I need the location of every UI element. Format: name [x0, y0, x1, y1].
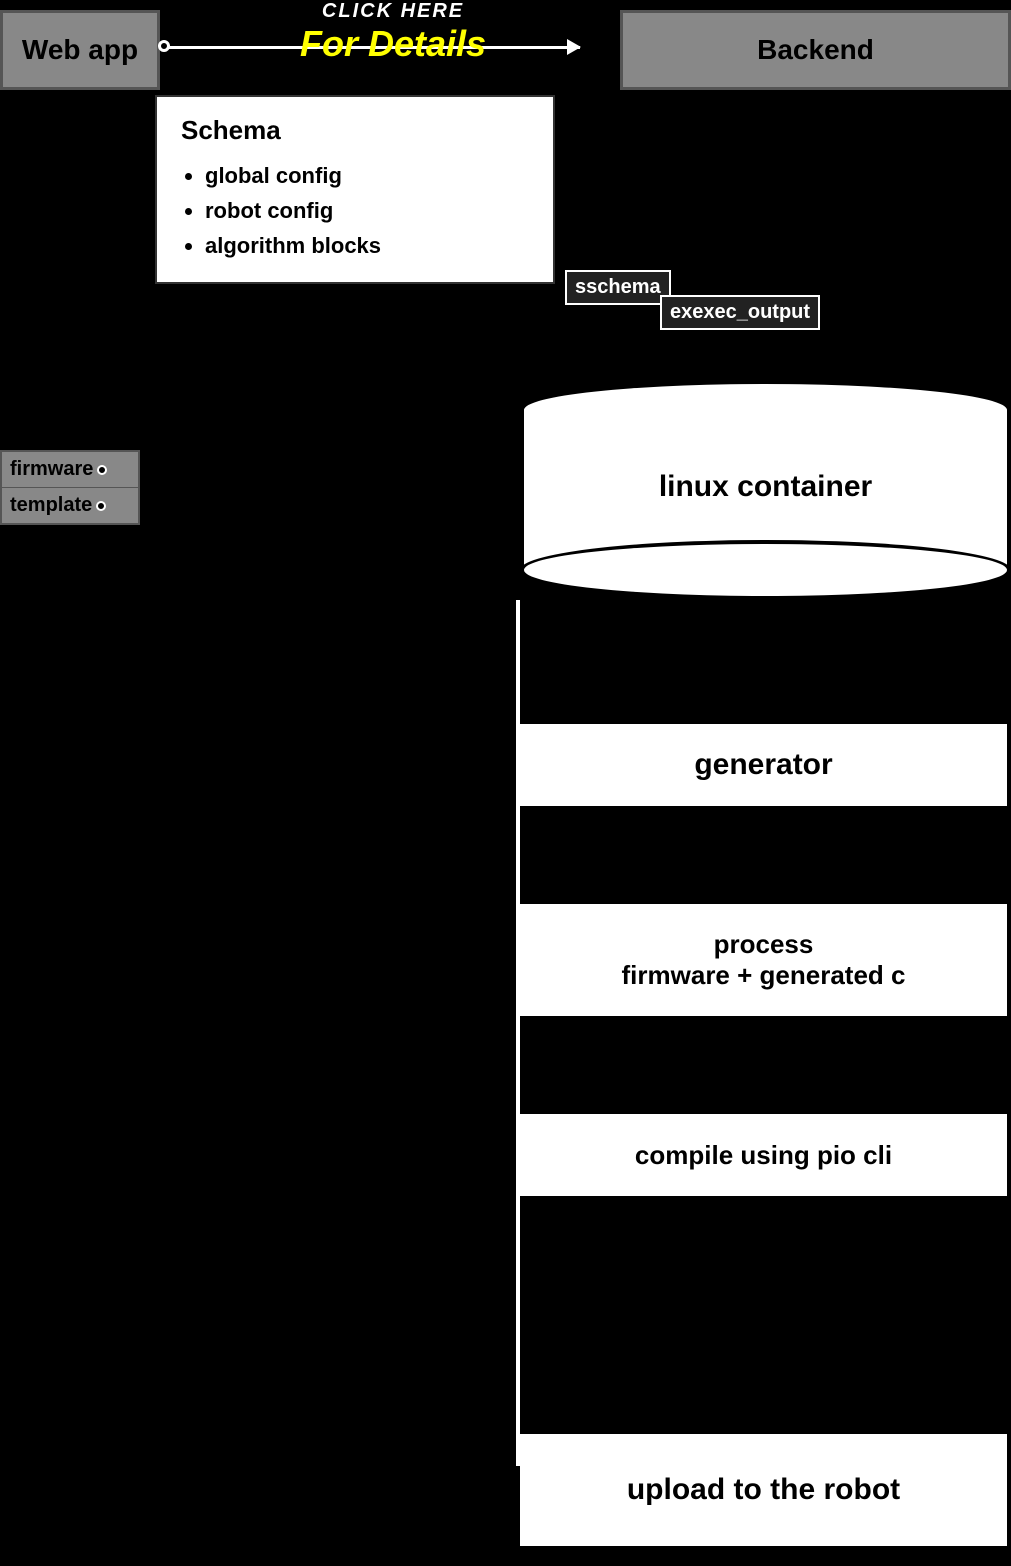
cylinder-bottom	[520, 540, 1011, 600]
backend-box: Backend	[620, 10, 1011, 90]
schema-popup: Schema global config robot config algori…	[155, 95, 555, 284]
upload-label: upload to the robot	[627, 1473, 900, 1507]
schema-item-robot-config: robot config	[205, 193, 529, 228]
compile-label: compile using pio cli	[635, 1140, 892, 1171]
linux-container-label: linux container	[520, 470, 1011, 504]
firmware-label: firmware	[10, 458, 93, 481]
linux-container: linux container	[520, 380, 1011, 600]
web-app-box: Web app	[0, 10, 160, 90]
sschema-label: sschema	[565, 270, 671, 305]
template-label: template	[10, 494, 92, 517]
generator-label: generator	[694, 748, 832, 782]
firmware-template-box: firmware template	[0, 450, 140, 525]
process-label: process firmware + generated c	[614, 921, 914, 999]
template-dot	[96, 501, 106, 511]
process-line1: process	[714, 929, 814, 959]
click-here-top-text: CLICK HERE	[300, 0, 486, 23]
click-here-bottom-text: For Details	[300, 23, 486, 65]
schema-list: global config robot config algorithm blo…	[181, 158, 529, 264]
schema-title: Schema	[181, 115, 529, 146]
upload-box: upload to the robot	[520, 1430, 1011, 1550]
exexec-output-label: exexec_output	[660, 295, 820, 330]
template-row: template	[2, 488, 138, 523]
schema-item-algorithm-blocks: algorithm blocks	[205, 228, 529, 263]
diagram-container: Web app CLICK HERE For Details Backend S…	[0, 0, 1011, 1566]
firmware-dot	[97, 465, 107, 475]
firmware-row: firmware	[2, 452, 138, 488]
process-line2: firmware + generated c	[622, 960, 906, 990]
schema-item-global-config: global config	[205, 158, 529, 193]
process-firmware-box: process firmware + generated c	[520, 900, 1011, 1020]
web-app-label: Web app	[22, 34, 138, 66]
generator-box: generator	[520, 720, 1011, 810]
click-here-label[interactable]: CLICK HERE For Details	[300, 0, 486, 65]
backend-label: Backend	[757, 34, 874, 66]
web-app-connector-dot	[158, 40, 170, 52]
compile-box: compile using pio cli	[520, 1110, 1011, 1200]
